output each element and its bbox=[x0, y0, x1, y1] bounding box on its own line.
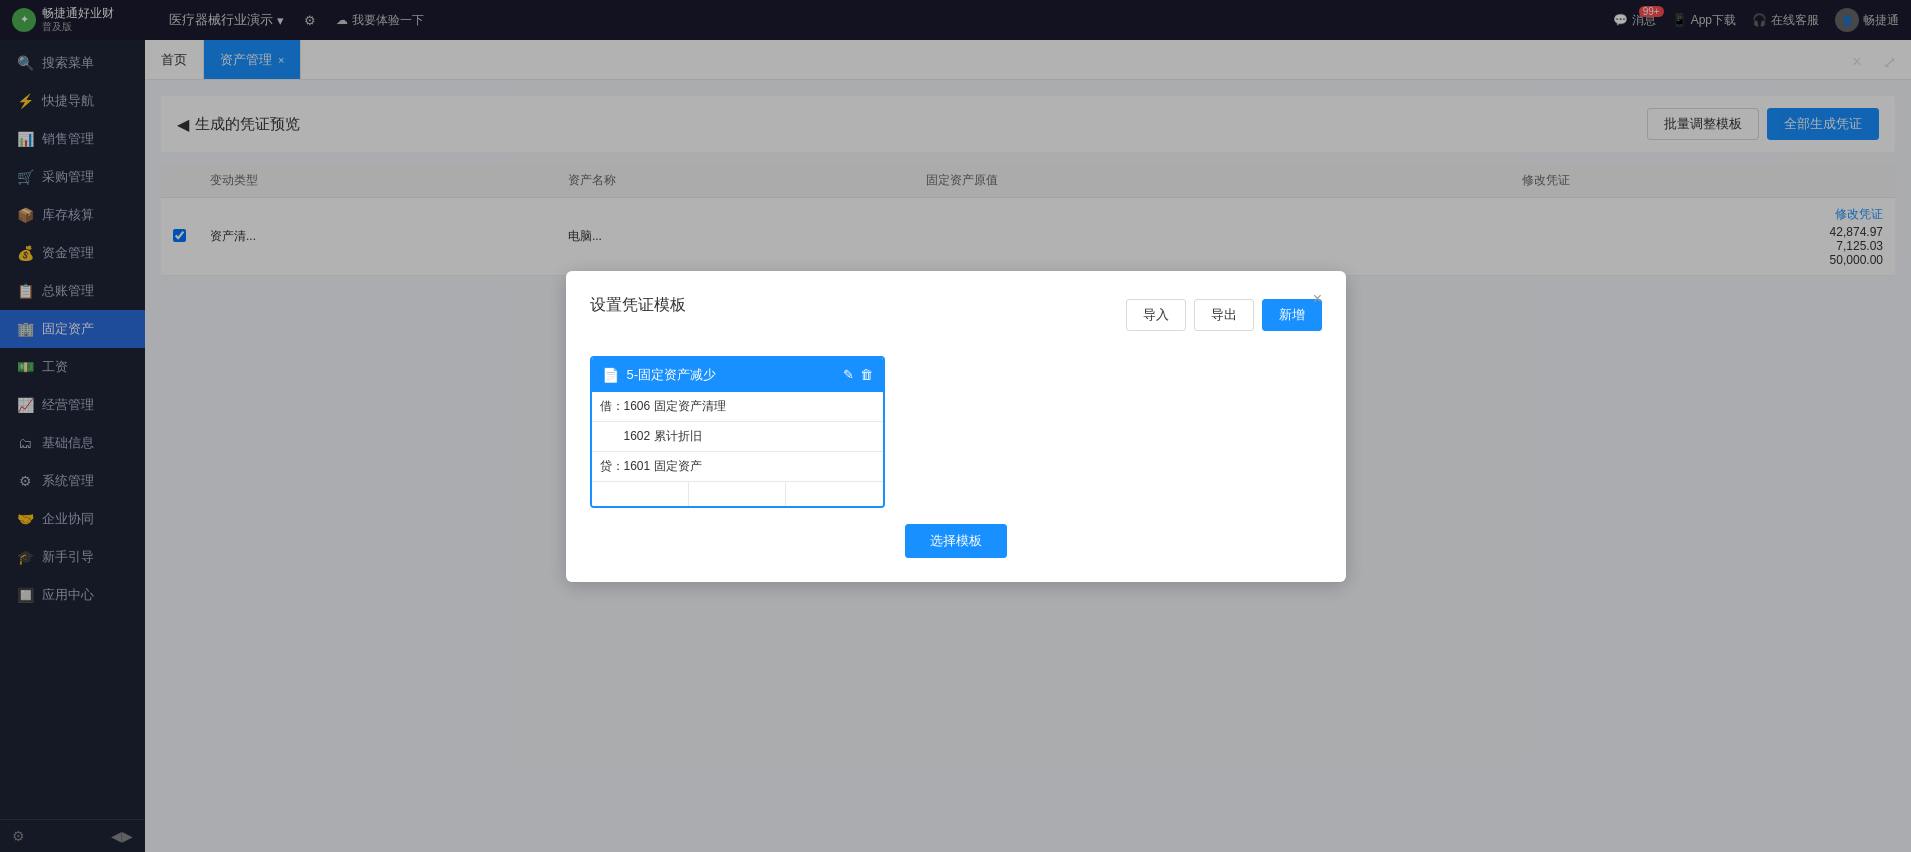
template-delete-icon[interactable]: 🗑 bbox=[860, 367, 873, 382]
template-card: 📄 5-固定资产减少 ✎ 🗑 借：1606 固定资产清理 1602 累计折旧 贷… bbox=[590, 356, 885, 508]
modal-overlay: × 设置凭证模板 导入 导出 新增 📄 5-固定资产减少 ✎ 🗑 bbox=[0, 0, 1911, 852]
template-cell-4-1 bbox=[592, 482, 689, 506]
template-card-body: 借：1606 固定资产清理 1602 累计折旧 贷：1601 固定资产 bbox=[592, 392, 883, 506]
modal-close-button[interactable]: × bbox=[1306, 287, 1330, 311]
window-expand-button[interactable]: ⤢ bbox=[1875, 48, 1903, 76]
window-close-button[interactable]: × bbox=[1843, 48, 1871, 76]
window-controls: × ⤢ bbox=[1835, 48, 1911, 76]
template-edit-icon[interactable]: ✎ bbox=[843, 367, 854, 382]
template-row-3: 贷：1601 固定资产 bbox=[592, 452, 883, 482]
import-button[interactable]: 导入 bbox=[1126, 299, 1186, 331]
template-row-1: 借：1606 固定资产清理 bbox=[592, 392, 883, 422]
template-card-icons: ✎ 🗑 bbox=[843, 367, 873, 382]
template-cell-4-3 bbox=[786, 482, 883, 506]
modal-box: × 设置凭证模板 导入 导出 新增 📄 5-固定资产减少 ✎ 🗑 bbox=[566, 271, 1346, 582]
template-card-header: 📄 5-固定资产减少 ✎ 🗑 bbox=[592, 358, 883, 392]
template-cell-2-1: 1602 累计折旧 bbox=[592, 422, 883, 451]
template-doc-icon: 📄 bbox=[602, 367, 619, 383]
template-cell-3-1: 贷：1601 固定资产 bbox=[592, 452, 883, 481]
template-cell-4-2 bbox=[689, 482, 786, 506]
select-template-section: 选择模板 bbox=[590, 524, 1322, 558]
modal-actions: 导入 导出 新增 bbox=[1126, 299, 1322, 331]
modal-header: 设置凭证模板 导入 导出 新增 bbox=[590, 295, 1322, 336]
select-template-button[interactable]: 选择模板 bbox=[905, 524, 1007, 558]
modal-title: 设置凭证模板 bbox=[590, 295, 686, 316]
export-button[interactable]: 导出 bbox=[1194, 299, 1254, 331]
template-row-4 bbox=[592, 482, 883, 506]
template-row-2: 1602 累计折旧 bbox=[592, 422, 883, 452]
template-name: 5-固定资产减少 bbox=[627, 366, 835, 384]
template-cell-1-1: 借：1606 固定资产清理 bbox=[592, 392, 883, 421]
